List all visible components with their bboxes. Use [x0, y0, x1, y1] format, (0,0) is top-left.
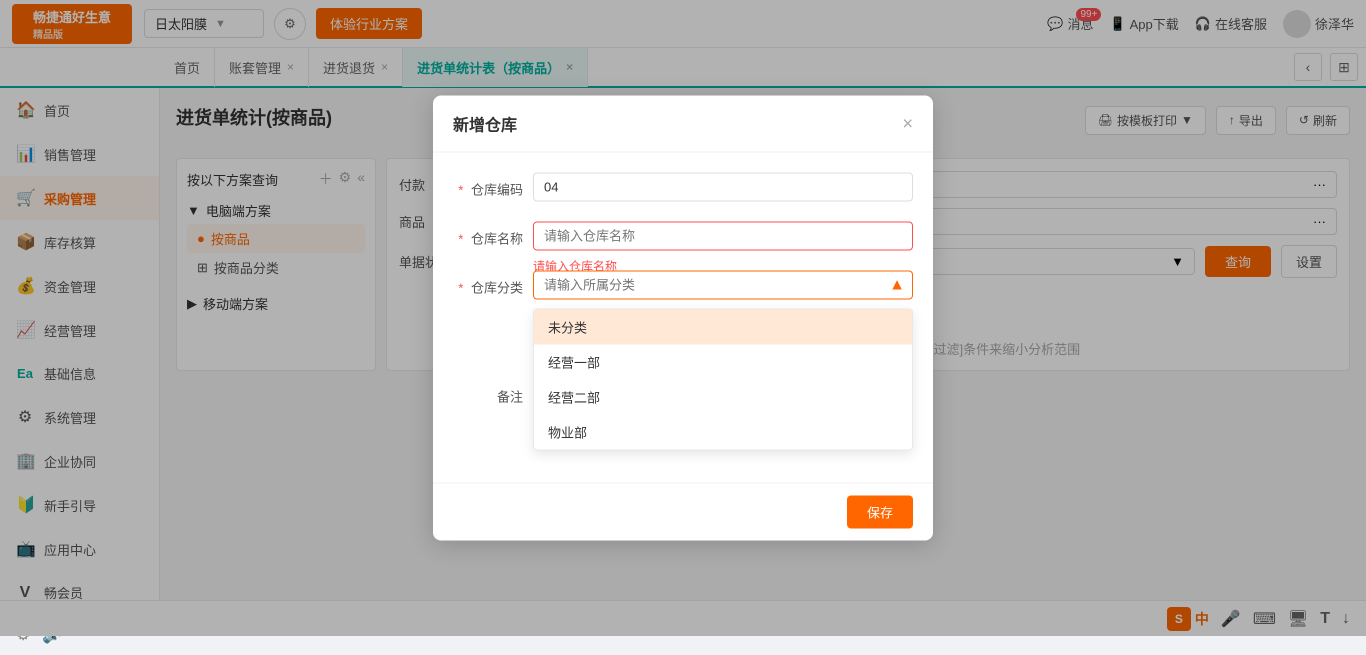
new-warehouse-modal: 新增仓库 × * 仓库编码 * 仓库名称 请输入仓库名称: [433, 96, 933, 541]
name-input-wrap: 请输入仓库名称: [533, 222, 913, 251]
code-label: * 仓库编码: [453, 173, 523, 199]
category-dropdown-arrow[interactable]: ▲: [889, 276, 905, 294]
save-button[interactable]: 保存: [847, 496, 913, 529]
category-input[interactable]: [533, 271, 913, 300]
form-row-name: * 仓库名称 请输入仓库名称: [453, 222, 913, 251]
name-label: * 仓库名称: [453, 222, 523, 248]
modal-body: * 仓库编码 * 仓库名称 请输入仓库名称 * 仓库分类: [433, 153, 933, 483]
dropdown-item-dept3[interactable]: 物业部: [534, 415, 912, 450]
note-label: 备注: [453, 380, 523, 406]
code-input[interactable]: [533, 173, 913, 202]
form-row-code: * 仓库编码: [453, 173, 913, 202]
name-input[interactable]: [533, 222, 913, 251]
dropdown-item-dept2[interactable]: 经营二部: [534, 380, 912, 415]
category-select-wrap: ▲ 未分类 经营一部 经营二部 物业部: [533, 271, 913, 300]
category-dropdown: 未分类 经营一部 经营二部 物业部: [533, 309, 913, 451]
modal-footer: 保存: [433, 483, 933, 541]
modal-title: 新增仓库: [453, 112, 517, 136]
form-row-category: * 仓库分类 ▲ 未分类 经营一部 经营二部 物业部: [453, 271, 913, 300]
modal-header: 新增仓库 ×: [433, 96, 933, 153]
dropdown-item-uncategorized[interactable]: 未分类: [534, 310, 912, 345]
dropdown-item-dept1[interactable]: 经营一部: [534, 345, 912, 380]
category-label: * 仓库分类: [453, 271, 523, 297]
code-input-wrap: [533, 173, 913, 202]
modal-close-btn[interactable]: ×: [902, 113, 913, 134]
